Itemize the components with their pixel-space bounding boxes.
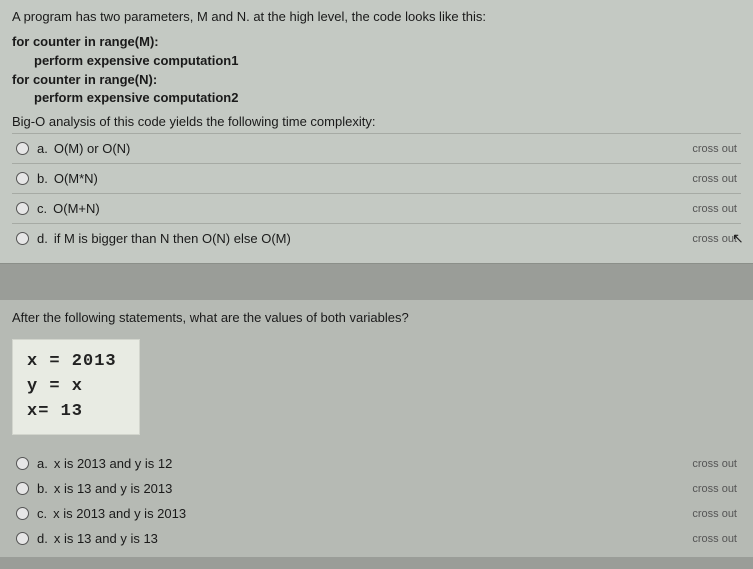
q2-code-box: x = 2013 y = x x= 13 [12, 339, 140, 435]
radio-input[interactable] [16, 172, 29, 185]
cross-out-link[interactable]: cross out [682, 143, 737, 155]
q2-option-d[interactable]: d. x is 13 and y is 13 cross out [12, 526, 741, 551]
cross-out-link[interactable]: cross out [682, 533, 737, 545]
radio-input[interactable] [16, 232, 29, 245]
q1-options: a. O(M) or O(N) cross out b. O(M*N) cros… [12, 133, 741, 253]
q1-code-block: for counter in range(M): perform expensi… [12, 33, 741, 108]
option-letter: a. [37, 141, 48, 156]
cross-out-link[interactable]: cross out [682, 483, 737, 495]
cross-out-link[interactable]: cross out [682, 233, 737, 245]
cross-out-link[interactable]: cross out [682, 458, 737, 470]
code-line: x = 2013 [27, 350, 117, 375]
q1-intro: A program has two parameters, M and N. a… [12, 8, 741, 27]
option-letter: d. [37, 231, 48, 246]
cross-out-link[interactable]: cross out [682, 508, 737, 520]
code-line: x= 13 [27, 400, 117, 425]
question-2: After the following statements, what are… [0, 300, 753, 557]
code-line: perform expensive computation2 [34, 89, 741, 108]
option-letter: c. [37, 506, 47, 521]
q2-option-c[interactable]: c. x is 2013 and y is 2013 cross out [12, 501, 741, 526]
code-line: for counter in range(M): [12, 33, 741, 52]
code-line: for counter in range(N): [12, 71, 741, 90]
option-text: x is 13 and y is 13 [54, 531, 683, 546]
option-letter: d. [37, 531, 48, 546]
cross-out-link[interactable]: cross out [682, 173, 737, 185]
option-text: O(M*N) [54, 171, 683, 186]
q2-prompt: After the following statements, what are… [12, 310, 741, 325]
radio-input[interactable] [16, 202, 29, 215]
radio-input[interactable] [16, 142, 29, 155]
q1-follow: Big-O analysis of this code yields the f… [12, 114, 741, 129]
question-1: A program has two parameters, M and N. a… [0, 0, 753, 264]
q1-option-b[interactable]: b. O(M*N) cross out [12, 164, 741, 194]
q2-option-b[interactable]: b. x is 13 and y is 2013 cross out [12, 476, 741, 501]
q2-options: a. x is 2013 and y is 12 cross out b. x … [12, 451, 741, 551]
option-letter: b. [37, 171, 48, 186]
option-text: x is 13 and y is 2013 [54, 481, 683, 496]
option-text: x is 2013 and y is 2013 [53, 506, 682, 521]
option-text: O(M+N) [53, 201, 682, 216]
code-line: y = x [27, 375, 117, 400]
option-text: x is 2013 and y is 12 [54, 456, 683, 471]
option-text: O(M) or O(N) [54, 141, 683, 156]
q1-option-c[interactable]: c. O(M+N) cross out [12, 194, 741, 224]
radio-input[interactable] [16, 482, 29, 495]
option-letter: b. [37, 481, 48, 496]
question-gap [0, 264, 753, 300]
q1-option-a[interactable]: a. O(M) or O(N) cross out [12, 134, 741, 164]
q1-option-d[interactable]: d. if M is bigger than N then O(N) else … [12, 224, 741, 253]
option-text: if M is bigger than N then O(N) else O(M… [54, 231, 683, 246]
option-letter: c. [37, 201, 47, 216]
code-line: perform expensive computation1 [34, 52, 741, 71]
cross-out-link[interactable]: cross out [682, 203, 737, 215]
radio-input[interactable] [16, 507, 29, 520]
radio-input[interactable] [16, 457, 29, 470]
q2-option-a[interactable]: a. x is 2013 and y is 12 cross out [12, 451, 741, 476]
option-letter: a. [37, 456, 48, 471]
radio-input[interactable] [16, 532, 29, 545]
